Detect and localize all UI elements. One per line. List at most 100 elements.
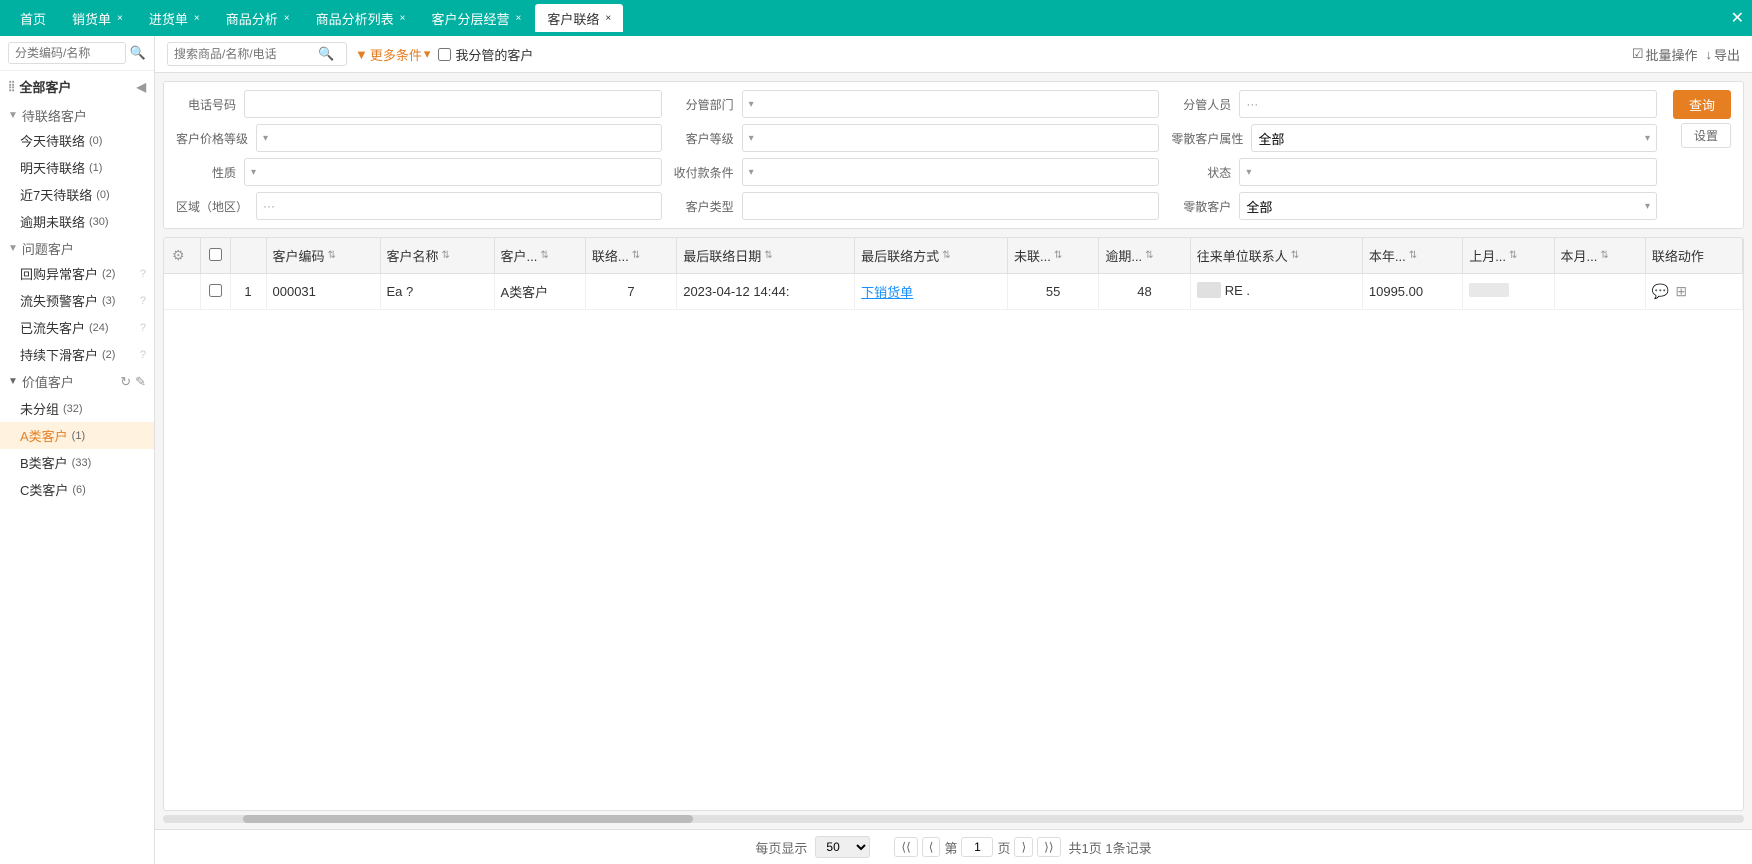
next-page-button[interactable]: ⟩	[1014, 837, 1033, 857]
th-last-month[interactable]: 上月... ⇅	[1463, 238, 1554, 274]
sidebar-item-c-class[interactable]: C类客户 (6)	[0, 476, 154, 503]
sidebar-item-loss-warning[interactable]: 流失预警客户 (3) ?	[0, 287, 154, 314]
my-customers-checkbox[interactable]	[438, 48, 451, 61]
sidebar-item-today-contact[interactable]: 今天待联络 (0)	[0, 127, 154, 154]
th-level[interactable]: 客户... ⇅	[494, 238, 585, 274]
filter-row-2: 客户价格等级 ▾ 客户等级 ▾ 零散客户属性	[176, 124, 1657, 152]
all-customers-header[interactable]: ⣿ 全部客户 ◀	[0, 71, 154, 102]
value-section-header[interactable]: ▼ 价值客户 ↻ ✎	[0, 368, 154, 395]
export-button[interactable]: ↓ 导出	[1705, 45, 1740, 64]
sidebar-search-input[interactable]	[8, 42, 126, 64]
settings-button[interactable]: 设置	[1681, 123, 1731, 148]
select-all-checkbox[interactable]	[209, 248, 222, 261]
filter-input-retail-attr[interactable]: 全部 ▾	[1251, 124, 1657, 152]
sidebar-item-b-class[interactable]: B类客户 (33)	[0, 449, 154, 476]
tab-analysis-list[interactable]: 商品分析列表 ×	[304, 4, 418, 32]
td-last-method[interactable]: 下销货单	[855, 274, 1008, 310]
last-page-button[interactable]: ⟩⟩	[1037, 837, 1060, 857]
filter-input-status[interactable]: ▾	[1239, 158, 1657, 186]
help-icon-1[interactable]: ?	[140, 295, 146, 307]
prev-page-button[interactable]: ⟨	[922, 837, 941, 857]
help-icon-0[interactable]: ?	[140, 268, 146, 280]
filter-input-price-level[interactable]: ▾	[256, 124, 662, 152]
tab-home[interactable]: 首页	[8, 4, 58, 32]
my-customers-checkbox-label[interactable]: 我分管的客户	[438, 45, 533, 64]
filter-input-cust-type[interactable]	[742, 192, 1160, 220]
th-this-month-label: 本月...	[1561, 246, 1598, 265]
filter-input-dept[interactable]: ▾	[742, 90, 1160, 118]
unclassified-label: 未分组	[20, 399, 59, 418]
tab-analysis-close[interactable]: ×	[284, 13, 290, 24]
help-icon-2[interactable]: ?	[140, 322, 146, 334]
declining-badge: (2)	[102, 349, 115, 361]
sidebar-item-declining[interactable]: 持续下滑客户 (2) ?	[0, 341, 154, 368]
a-class-label: A类客户	[20, 426, 68, 445]
tab-customer-seg-close[interactable]: ×	[515, 13, 521, 24]
value-section-icons: ↻ ✎	[120, 374, 146, 390]
td-contact: 7	[585, 274, 676, 310]
problem-section-header[interactable]: ▼ 问题客户	[0, 235, 154, 260]
th-name[interactable]: 客户名称 ⇅	[380, 238, 494, 274]
sidebar-item-lost[interactable]: 已流失客户 (24) ?	[0, 314, 154, 341]
query-button[interactable]: 查询	[1673, 90, 1731, 119]
filter-label-nature: 性质	[176, 164, 236, 181]
filter-input-retail-cust[interactable]: 全部 ▾	[1239, 192, 1657, 220]
tab-purchase-close[interactable]: ×	[194, 13, 200, 24]
th-code[interactable]: 客户编码 ⇅	[266, 238, 380, 274]
declining-label: 持续下滑客户	[20, 345, 98, 364]
sidebar-item-a-class[interactable]: A类客户 (1)	[0, 422, 154, 449]
sidebar-item-abnormal-repurchase[interactable]: 回购异常客户 (2) ?	[0, 260, 154, 287]
tab-customer-contact[interactable]: 客户联络 ×	[535, 4, 623, 32]
filter-input-phone[interactable]	[244, 90, 662, 118]
sidebar-item-7days-contact[interactable]: 近7天待联络 (0)	[0, 181, 154, 208]
tomorrow-contact-badge: (1)	[89, 162, 102, 174]
share-action-icon[interactable]: ⊞	[1675, 283, 1687, 300]
th-this-year[interactable]: 本年... ⇅	[1362, 238, 1462, 274]
filter-panel: 电话号码 分管部门 ▾ 分管人员 ···	[163, 81, 1744, 229]
sidebar-search-icon[interactable]: 🔍	[130, 45, 146, 61]
table-gear-icon[interactable]: ⚙	[170, 245, 187, 265]
search-input[interactable]	[174, 47, 314, 61]
pending-section-header[interactable]: ▼ 待联络客户	[0, 102, 154, 127]
filter-label-cust-type: 客户类型	[674, 198, 734, 215]
message-action-icon[interactable]: 💬	[1652, 283, 1669, 300]
tab-analysis[interactable]: 商品分析 ×	[214, 4, 302, 32]
row-checkbox[interactable]	[209, 284, 222, 297]
filter-input-nature[interactable]: ▾	[244, 158, 662, 186]
filter-input-payment[interactable]: ▾	[742, 158, 1160, 186]
sidebar-collapse-button[interactable]: ◀	[137, 80, 146, 94]
scroll-thumb[interactable]	[243, 815, 693, 823]
filter-input-region[interactable]: ···	[256, 192, 662, 220]
th-no-contact[interactable]: 未联... ⇅	[1007, 238, 1098, 274]
tab-analysis-list-close[interactable]: ×	[400, 13, 406, 24]
search-icon[interactable]: 🔍	[318, 46, 334, 62]
tab-sales-close[interactable]: ×	[117, 13, 123, 24]
first-page-button[interactable]: ⟨⟨	[894, 837, 917, 857]
th-last-date[interactable]: 最后联络日期 ⇅	[677, 238, 855, 274]
overdue-contact-label: 逾期未联络	[20, 212, 85, 231]
tab-customer-contact-close[interactable]: ×	[605, 13, 611, 24]
filter-input-cust-level[interactable]: ▾	[742, 124, 1160, 152]
tab-customer-seg[interactable]: 客户分层经营 ×	[419, 4, 533, 32]
tab-sales[interactable]: 销货单 ×	[60, 4, 135, 32]
sidebar-item-overdue-contact[interactable]: 逾期未联络 (30)	[0, 208, 154, 235]
close-all-button[interactable]: ✕	[1731, 8, 1744, 28]
tab-purchase[interactable]: 进货单 ×	[137, 4, 212, 32]
th-overdue[interactable]: 逾期... ⇅	[1099, 238, 1190, 274]
refresh-icon[interactable]: ↻	[120, 374, 131, 390]
sidebar-item-unclassified[interactable]: 未分组 (32)	[0, 395, 154, 422]
sidebar-item-tomorrow-contact[interactable]: 明天待联络 (1)	[0, 154, 154, 181]
per-page-select[interactable]: 50 100 200	[815, 836, 870, 858]
page-number-input[interactable]	[961, 837, 993, 857]
th-last-method[interactable]: 最后联络方式 ⇅	[855, 238, 1008, 274]
help-icon-3[interactable]: ?	[140, 349, 146, 361]
filter-input-person[interactable]: ···	[1239, 90, 1657, 118]
more-filter-button[interactable]: ▼ 更多条件 ▾	[355, 45, 430, 64]
td-code: 000031	[266, 274, 380, 310]
th-this-month[interactable]: 本月... ⇅	[1554, 238, 1645, 274]
th-contact[interactable]: 联络... ⇅	[585, 238, 676, 274]
edit-icon[interactable]: ✎	[135, 374, 146, 390]
batch-ops-button[interactable]: ☑ 批量操作	[1632, 45, 1698, 64]
horizontal-scrollbar[interactable]	[155, 811, 1752, 829]
th-unit-contact[interactable]: 往来单位联系人 ⇅	[1190, 238, 1362, 274]
